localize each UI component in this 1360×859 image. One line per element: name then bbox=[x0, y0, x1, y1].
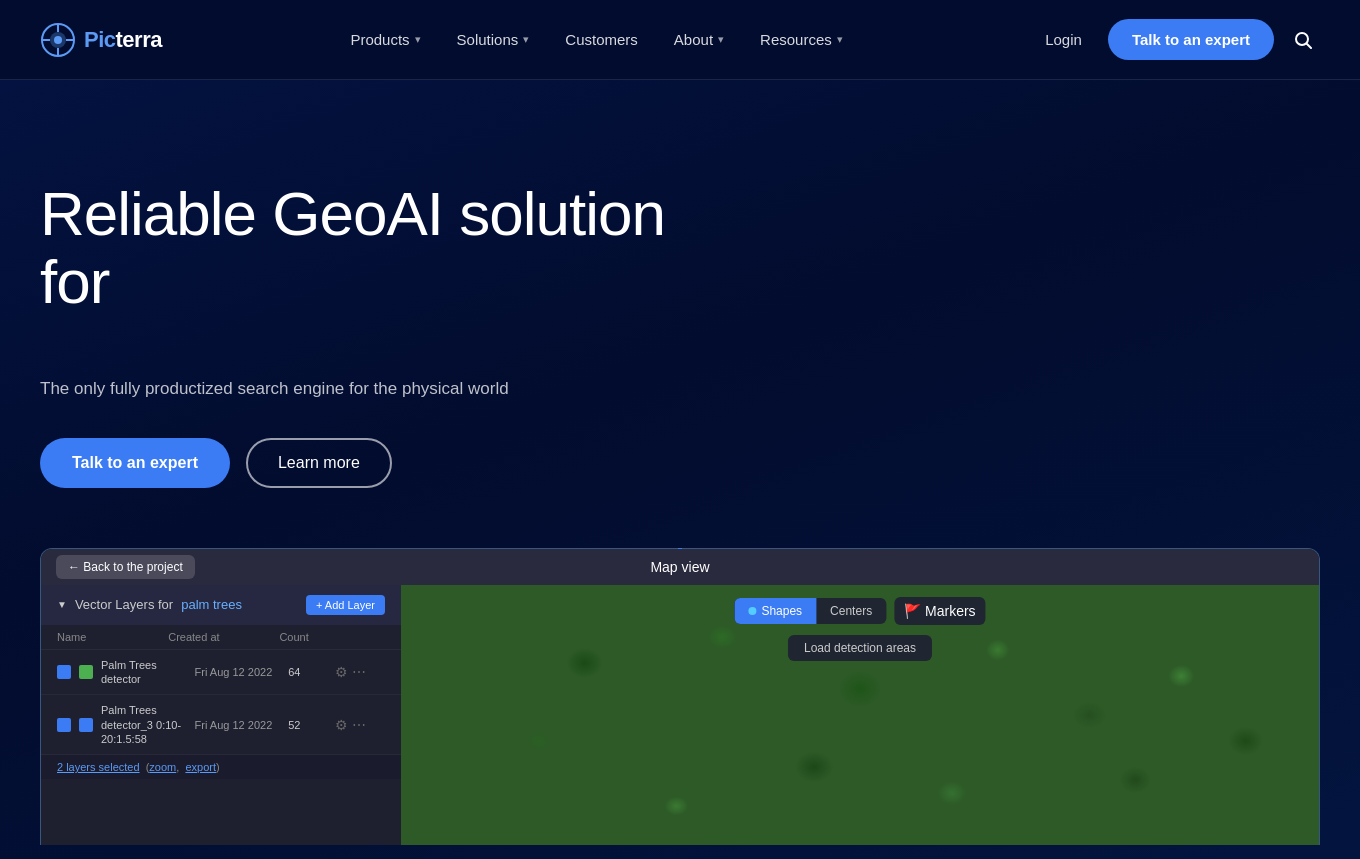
solutions-chevron-icon: ▾ bbox=[523, 33, 529, 46]
sidebar-header-left: ▼ Vector Layers for palm trees bbox=[57, 597, 242, 612]
hero-subtitle: The only fully productized search engine… bbox=[40, 376, 540, 402]
sidebar-header: ▼ Vector Layers for palm trees + Add Lay… bbox=[41, 585, 401, 625]
row-checkbox-2[interactable] bbox=[57, 718, 71, 732]
col-header-count: Count bbox=[279, 631, 335, 643]
app-map: Shapes Centers 🚩 Markers Load detection … bbox=[401, 585, 1319, 845]
row-count-1: 64 bbox=[288, 666, 335, 678]
about-chevron-icon: ▾ bbox=[718, 33, 724, 46]
row-checkbox-1[interactable] bbox=[57, 665, 71, 679]
nav-links: Products ▾ Solutions ▾ Customers About ▾… bbox=[336, 23, 856, 56]
row-actions-1[interactable]: ⚙ ⋯ bbox=[335, 664, 385, 680]
login-link[interactable]: Login bbox=[1031, 23, 1096, 56]
footer-zoom-link[interactable]: zoom bbox=[149, 761, 176, 773]
row-actions-2[interactable]: ⚙ ⋯ bbox=[335, 717, 385, 733]
expand-chevron-icon: ▼ bbox=[57, 599, 67, 610]
map-overlay-panel: Shapes Centers 🚩 Markers bbox=[734, 597, 985, 625]
layer-name: palm trees bbox=[181, 597, 242, 612]
table-header: Name Created at Count bbox=[41, 625, 401, 650]
svg-point-7 bbox=[1296, 33, 1308, 45]
table-row[interactable]: Palm Trees detector Fri Aug 12 2022 64 ⚙… bbox=[41, 650, 401, 696]
hero-title: Reliable GeoAI solution for bbox=[40, 180, 740, 316]
nav-item-solutions[interactable]: Solutions ▾ bbox=[443, 23, 544, 56]
sidebar-footer: 2 layers selected (zoom, export) bbox=[41, 755, 401, 779]
map-toggle-group: Shapes Centers bbox=[734, 598, 886, 624]
hero-section: Reliable GeoAI solution for The only ful… bbox=[0, 80, 1360, 859]
layer-prefix: Vector Layers for bbox=[75, 597, 173, 612]
footer-selected-text: 2 layers selected bbox=[57, 761, 140, 773]
nav-item-resources[interactable]: Resources ▾ bbox=[746, 23, 857, 56]
row-menu-icon-2[interactable]: ⋯ bbox=[352, 717, 366, 733]
app-screenshot-wrapper: ← Back to the project Map view ▼ Vector … bbox=[40, 548, 1320, 845]
nav-item-about[interactable]: About ▾ bbox=[660, 23, 738, 56]
nav-actions: Login Talk to an expert bbox=[1031, 19, 1320, 60]
nav-cta-button[interactable]: Talk to an expert bbox=[1108, 19, 1274, 60]
app-screenshot: ← Back to the project Map view ▼ Vector … bbox=[40, 548, 1320, 845]
svg-line-8 bbox=[1307, 44, 1311, 48]
shapes-dot-icon bbox=[748, 607, 756, 615]
col-header-name: Name bbox=[57, 631, 168, 643]
load-detection-areas-button[interactable]: Load detection areas bbox=[788, 635, 932, 661]
app-body: ▼ Vector Layers for palm trees + Add Lay… bbox=[41, 585, 1319, 845]
logo-link[interactable]: Picterra bbox=[40, 22, 162, 58]
app-map-title: Map view bbox=[650, 559, 709, 575]
footer-export-link[interactable]: export bbox=[185, 761, 216, 773]
row-color-indicator-1 bbox=[79, 665, 93, 679]
table-row[interactable]: Palm Trees detector_3 0:10-20:1.5:58 Fri… bbox=[41, 695, 401, 755]
map-shapes-button[interactable]: Shapes bbox=[734, 598, 816, 624]
nav-item-customers[interactable]: Customers bbox=[551, 23, 652, 56]
map-centers-button[interactable]: Centers bbox=[816, 598, 886, 624]
logo-text: Picterra bbox=[84, 27, 162, 53]
row-date-2: Fri Aug 12 2022 bbox=[195, 719, 289, 731]
row-settings-icon[interactable]: ⚙ bbox=[335, 664, 348, 680]
app-sidebar: ▼ Vector Layers for palm trees + Add Lay… bbox=[41, 585, 401, 845]
hero-buttons: Talk to an expert Learn more bbox=[40, 438, 1320, 488]
map-markers-button[interactable]: 🚩 Markers bbox=[894, 597, 985, 625]
products-chevron-icon: ▾ bbox=[415, 33, 421, 46]
hero-cta-primary-button[interactable]: Talk to an expert bbox=[40, 438, 230, 488]
row-date-1: Fri Aug 12 2022 bbox=[195, 666, 289, 678]
row-name-1: Palm Trees detector bbox=[101, 658, 195, 687]
row-name-2: Palm Trees detector_3 0:10-20:1.5:58 bbox=[101, 703, 195, 746]
row-settings-icon-2[interactable]: ⚙ bbox=[335, 717, 348, 733]
row-color-indicator-2 bbox=[79, 718, 93, 732]
col-header-actions bbox=[335, 631, 385, 643]
search-button[interactable] bbox=[1286, 23, 1320, 57]
app-back-button[interactable]: ← Back to the project bbox=[56, 555, 195, 579]
app-topbar: ← Back to the project Map view bbox=[41, 549, 1319, 585]
row-count-2: 52 bbox=[288, 719, 335, 731]
logo-icon bbox=[40, 22, 76, 58]
nav-item-products[interactable]: Products ▾ bbox=[336, 23, 434, 56]
add-layer-button[interactable]: + Add Layer bbox=[306, 595, 385, 615]
row-menu-icon[interactable]: ⋯ bbox=[352, 664, 366, 680]
search-icon bbox=[1294, 31, 1312, 49]
svg-point-2 bbox=[54, 36, 62, 44]
col-header-created: Created at bbox=[168, 631, 279, 643]
resources-chevron-icon: ▾ bbox=[837, 33, 843, 46]
hero-cta-secondary-button[interactable]: Learn more bbox=[246, 438, 392, 488]
navbar: Picterra Products ▾ Solutions ▾ Customer… bbox=[0, 0, 1360, 80]
